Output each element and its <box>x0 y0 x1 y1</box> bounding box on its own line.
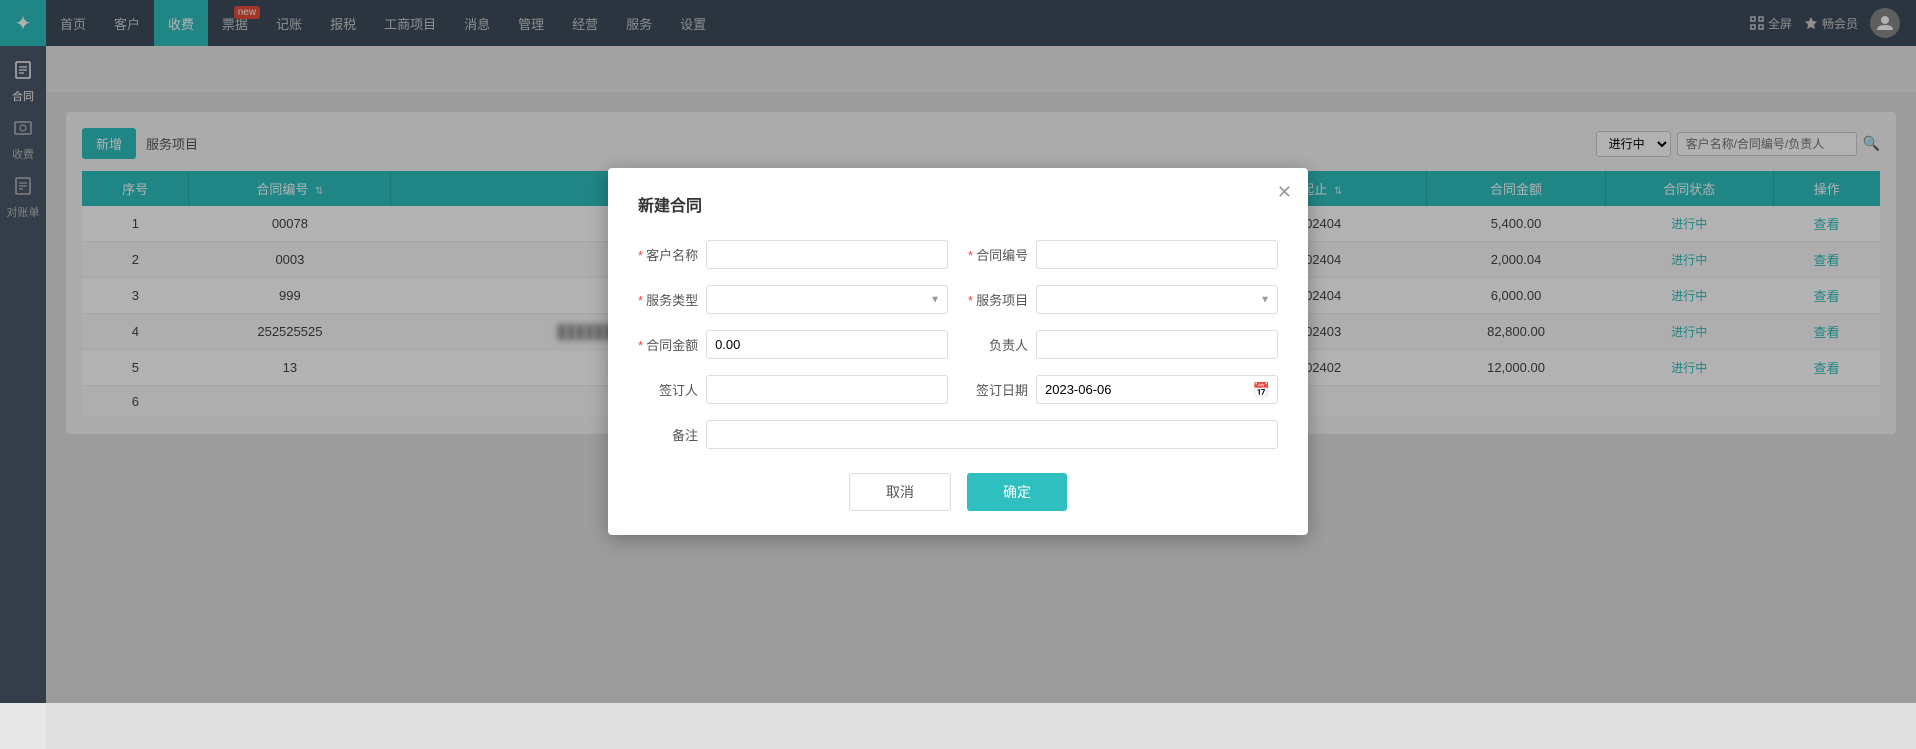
form-group-amount: 合同金额 <box>638 330 948 359</box>
form-row-2: 服务类型 ▼ 服务项目 ▼ <box>638 285 1278 314</box>
form-group-customer: 客户名称 <box>638 240 948 269</box>
cancel-button[interactable]: 取消 <box>849 473 951 511</box>
form-row-4: 签订人 签订日期 📅 <box>638 375 1278 404</box>
service-type-label: 服务类型 <box>638 290 698 309</box>
sign-date-wrap: 📅 <box>1036 375 1278 404</box>
service-item-label: 服务项目 <box>968 290 1028 309</box>
confirm-button[interactable]: 确定 <box>967 473 1067 511</box>
service-item-select[interactable] <box>1036 285 1278 314</box>
responsible-label: 负责人 <box>968 335 1028 354</box>
customer-name-label: 客户名称 <box>638 245 698 264</box>
service-type-wrap: ▼ <box>706 285 948 314</box>
contract-no-label: 合同编号 <box>968 245 1028 264</box>
form-group-sign-date: 签订日期 📅 <box>968 375 1278 404</box>
modal-overlay[interactable]: 新建合同 ✕ 客户名称 合同编号 服务类型 ▼ <box>0 0 1916 703</box>
modal-close-button[interactable]: ✕ <box>1277 182 1292 203</box>
form-group-service-type: 服务类型 ▼ <box>638 285 948 314</box>
contract-amount-input[interactable] <box>706 330 948 359</box>
contract-no-input[interactable] <box>1036 240 1278 269</box>
signer-input[interactable] <box>706 375 948 404</box>
modal-footer: 取消 确定 <box>638 473 1278 511</box>
form-group-service-item: 服务项目 ▼ <box>968 285 1278 314</box>
note-label: 备注 <box>638 425 698 444</box>
signer-label: 签订人 <box>638 380 698 399</box>
customer-name-input[interactable] <box>706 240 948 269</box>
sign-date-label: 签订日期 <box>968 380 1028 399</box>
form-group-signer: 签订人 <box>638 375 948 404</box>
new-contract-modal: 新建合同 ✕ 客户名称 合同编号 服务类型 ▼ <box>608 168 1308 535</box>
form-group-note: 备注 <box>638 420 1278 449</box>
form-group-contract-no: 合同编号 <box>968 240 1278 269</box>
form-row-1: 客户名称 合同编号 <box>638 240 1278 269</box>
form-group-responsible: 负责人 <box>968 330 1278 359</box>
service-item-wrap: ▼ <box>1036 285 1278 314</box>
form-row-3: 合同金额 负责人 <box>638 330 1278 359</box>
form-row-5: 备注 <box>638 420 1278 449</box>
responsible-input[interactable] <box>1036 330 1278 359</box>
service-type-select[interactable] <box>706 285 948 314</box>
sign-date-input[interactable] <box>1036 375 1278 404</box>
note-input[interactable] <box>706 420 1278 449</box>
contract-amount-label: 合同金额 <box>638 335 698 354</box>
modal-title: 新建合同 <box>638 192 1278 216</box>
